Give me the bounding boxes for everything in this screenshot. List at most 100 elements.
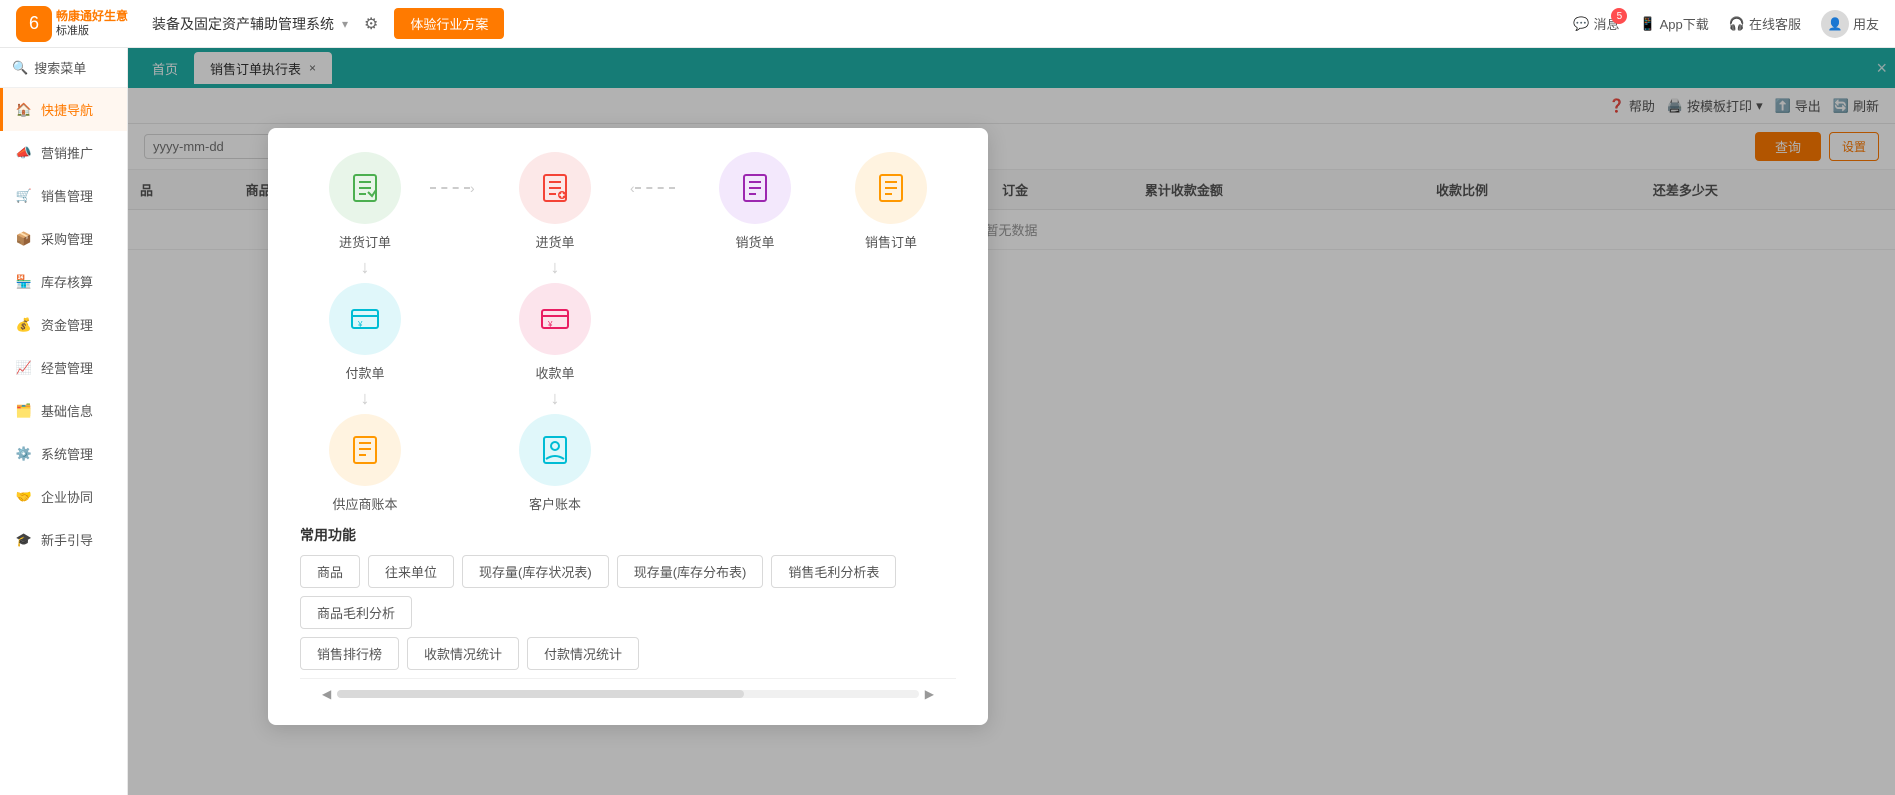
payment-icon: ¥ — [329, 283, 401, 355]
message-badge: 5 — [1611, 8, 1627, 24]
content-area: 首页 销售订单执行表 × × ❓ 帮助 🖨️ 按模板打印 — [128, 48, 1895, 795]
sales-order-icon — [855, 152, 927, 224]
guide-icon: 🎓 — [15, 531, 33, 549]
scroll-bar-area: ◀ ▶ — [300, 678, 956, 709]
collab-icon: 🤝 — [15, 488, 33, 506]
func-btn-sales-gross[interactable]: 销售毛利分析表 — [771, 555, 896, 588]
func-btn-payment-stats[interactable]: 付款情况统计 — [527, 637, 639, 670]
func-btn-product[interactable]: 商品 — [300, 555, 360, 588]
node-payment[interactable]: ¥ 付款单 — [300, 283, 430, 382]
settings-icon[interactable]: ⚙ — [364, 14, 378, 34]
logo-icon: 6 — [16, 6, 52, 42]
user-section[interactable]: 👤 用友 — [1821, 10, 1879, 38]
purchase-order-icon — [329, 152, 401, 224]
arrow-down-payment: ↓ — [300, 255, 430, 279]
flow-diagram: 进货订单 ↓ ¥ 付款单 ↓ — [300, 152, 956, 513]
system-icon: ⚙️ — [15, 445, 33, 463]
top-right: 💬 消息 5 📱 App下载 🎧 在线客服 👤 用友 — [1573, 10, 1879, 38]
app-download-button[interactable]: 📱 App下载 — [1639, 14, 1708, 33]
arrow-down-supplier: ↓ — [300, 386, 430, 410]
node-purchase-bill-label: 进货单 — [535, 232, 574, 251]
customer-ledger-icon — [519, 414, 591, 486]
node-receipt-label: 收款单 — [535, 363, 574, 382]
left-flow-column: 进货订单 ↓ ¥ 付款单 ↓ — [300, 152, 430, 513]
sidebar-item-inventory[interactable]: 🏪 库存核算 — [0, 260, 127, 303]
node-sales-order-label: 销售订单 — [865, 232, 917, 251]
search-icon: 🔍 — [12, 60, 28, 76]
sidebar-item-quick-nav[interactable]: 🏠 快捷导航 — [0, 88, 127, 131]
node-sales-bill-label: 销货单 — [735, 232, 774, 251]
marketing-icon: 📣 — [15, 144, 33, 162]
purchase-bill-icon — [519, 152, 591, 224]
node-purchase-order-label: 进货订单 — [339, 232, 391, 251]
message-icon: 💬 — [1573, 16, 1589, 32]
top-bar: 6 畅康通好生意 标准版 装备及固定资产辅助管理系统 ▾ ⚙ 体验行业方案 💬 … — [0, 0, 1895, 48]
node-supplier-ledger-label: 供应商账本 — [332, 494, 397, 513]
logo-section: 6 畅康通好生意 标准版 — [16, 6, 144, 42]
search-menu[interactable]: 🔍 搜索菜单 — [0, 48, 127, 88]
func-buttons-row1: 商品 往来单位 现存量(库存状况表) 现存量(库存分布表) 销售毛利分析表 商品… — [300, 555, 956, 629]
arrow-down-receipt: ↓ — [490, 255, 620, 279]
node-purchase-order[interactable]: 进货订单 — [300, 152, 430, 251]
sales-icon: 🛒 — [15, 187, 33, 205]
right-flow-column: 销货单 — [690, 152, 820, 251]
func-btn-inventory-dist[interactable]: 现存量(库存分布表) — [617, 555, 764, 588]
system-title-section: 装备及固定资产辅助管理系统 ▾ ⚙ 体验行业方案 — [152, 8, 1573, 39]
svg-text:¥: ¥ — [547, 320, 553, 329]
purchase-icon: 📦 — [15, 230, 33, 248]
node-receipt[interactable]: ¥ 收款单 — [490, 283, 620, 382]
inventory-icon: 🏪 — [15, 273, 33, 291]
node-payment-label: 付款单 — [345, 363, 384, 382]
sidebar-item-collab[interactable]: 🤝 企业协同 — [0, 475, 127, 518]
node-sales-order[interactable]: 销售订单 — [826, 152, 956, 251]
func-btn-product-gross[interactable]: 商品毛利分析 — [300, 596, 412, 629]
sidebar-item-basic-info[interactable]: 🗂️ 基础信息 — [0, 389, 127, 432]
scroll-track[interactable] — [337, 690, 919, 698]
func-btn-sales-ranking[interactable]: 销售排行榜 — [300, 637, 399, 670]
info-icon: 🗂️ — [15, 402, 33, 420]
funds-icon: 💰 — [15, 316, 33, 334]
sales-bill-icon — [719, 152, 791, 224]
node-customer-ledger-label: 客户账本 — [529, 494, 581, 513]
service-icon: 🎧 — [1729, 16, 1745, 32]
operations-icon: 📈 — [15, 359, 33, 377]
svg-text:¥: ¥ — [357, 320, 363, 329]
sidebar-item-system[interactable]: ⚙️ 系统管理 — [0, 432, 127, 475]
supplier-ledger-icon — [329, 414, 401, 486]
logo-text: 畅康通好生意 标准版 — [56, 9, 128, 39]
common-functions-title: 常用功能 — [300, 525, 956, 545]
user-name: 用友 — [1853, 14, 1879, 33]
system-dropdown-icon[interactable]: ▾ — [342, 17, 348, 31]
scroll-right-arrow[interactable]: ▶ — [919, 687, 940, 701]
message-button[interactable]: 💬 消息 5 — [1573, 14, 1619, 33]
sidebar: 🔍 搜索菜单 🏠 快捷导航 📣 营销推广 🛒 销售管理 📦 采购管理 🏪 — [0, 48, 128, 795]
sidebar-item-guide[interactable]: 🎓 新手引导 — [0, 518, 127, 561]
func-btn-partners[interactable]: 往来单位 — [368, 555, 454, 588]
trial-button[interactable]: 体验行业方案 — [394, 8, 504, 39]
arrow-down-customer: ↓ — [490, 386, 620, 410]
sidebar-item-operations[interactable]: 📈 经营管理 — [0, 346, 127, 389]
middle-left-flow-column: 进货单 ↓ ¥ 收款单 ↓ — [490, 152, 620, 513]
quick-guide-panel: 进货订单 ↓ ¥ 付款单 ↓ — [268, 128, 988, 725]
scroll-left-arrow[interactable]: ◀ — [316, 687, 337, 701]
node-sales-bill[interactable]: 销货单 — [690, 152, 820, 251]
node-supplier-ledger[interactable]: 供应商账本 — [300, 414, 430, 513]
sidebar-item-funds[interactable]: 💰 资金管理 — [0, 303, 127, 346]
far-right-flow-column: 销售订单 — [826, 152, 956, 251]
sidebar-item-sales[interactable]: 🛒 销售管理 — [0, 174, 127, 217]
sidebar-item-marketing[interactable]: 📣 营销推广 — [0, 131, 127, 174]
func-buttons-row2: 销售排行榜 收款情况统计 付款情况统计 — [300, 637, 956, 670]
main-area: 🔍 搜索菜单 🏠 快捷导航 📣 营销推广 🛒 销售管理 📦 采购管理 🏪 — [0, 48, 1895, 795]
node-customer-ledger[interactable]: 客户账本 — [490, 414, 620, 513]
func-btn-inventory-status[interactable]: 现存量(库存状况表) — [462, 555, 609, 588]
node-purchase-bill[interactable]: 进货单 — [490, 152, 620, 251]
system-title: 装备及固定资产辅助管理系统 — [152, 14, 334, 34]
sidebar-item-purchase[interactable]: 📦 采购管理 — [0, 217, 127, 260]
arrow-purchase-order-to-bill: › — [430, 152, 490, 196]
func-btn-receipt-stats[interactable]: 收款情况统计 — [407, 637, 519, 670]
home-icon: 🏠 — [15, 101, 33, 119]
online-service-button[interactable]: 🎧 在线客服 — [1729, 14, 1801, 33]
avatar: 👤 — [1821, 10, 1849, 38]
scroll-thumb[interactable] — [337, 690, 744, 698]
receipt-icon: ¥ — [519, 283, 591, 355]
